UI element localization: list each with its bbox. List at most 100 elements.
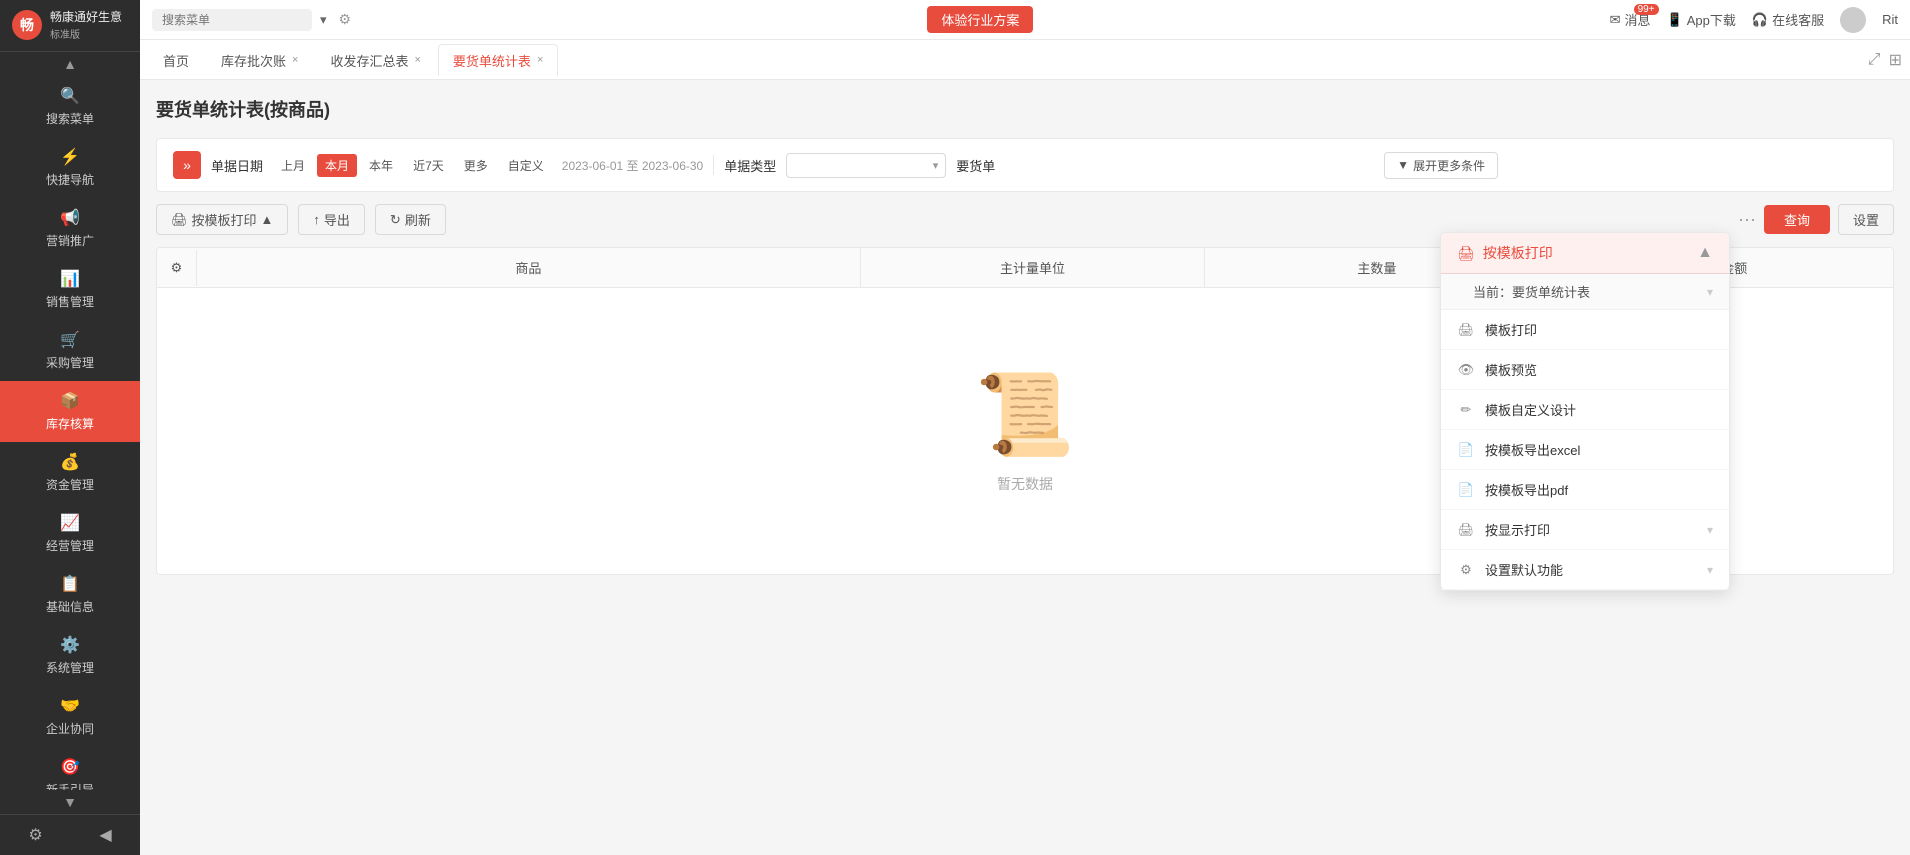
sidebar-item-label: 采购管理 <box>46 354 94 371</box>
custom-date-btn[interactable]: 自定义 <box>500 154 552 177</box>
tab-inventory-batch[interactable]: 库存批次账 × <box>206 44 313 76</box>
template-custom-icon: ✏ <box>1457 401 1475 419</box>
order-type-label: 单据类型 <box>724 156 776 175</box>
more-options-btn[interactable]: ··· <box>1738 209 1756 230</box>
username-display[interactable]: Rit <box>1882 12 1898 27</box>
default-function-item[interactable]: ⚙ 设置默认功能 ▾ <box>1441 550 1729 590</box>
excel-icon: 📄 <box>1457 441 1475 459</box>
print-dropdown-title: 🖨 按模板打印 <box>1457 243 1553 263</box>
user-avatar[interactable] <box>1840 7 1866 33</box>
sidebar-nav: 🔍 搜索菜单 ⚡ 快捷导航 📢 营销推广 📊 销售管理 🛒 采购管理 📦 库存核… <box>0 76 140 790</box>
template-custom-item[interactable]: ✏ 模板自定义设计 <box>1441 390 1729 430</box>
tabs-window-controls: ⤢ ⊞ <box>1868 50 1902 70</box>
order-type-select-wrapper <box>786 153 946 178</box>
action-bar: 🖨 按模板打印 ▲ ↑ 导出 ↻ 刷新 ··· 查询 设置 <box>156 204 1894 235</box>
sidebar-item-sales[interactable]: 📊 销售管理 <box>0 259 140 320</box>
mobile-icon: 📱 <box>1667 12 1683 28</box>
current-month-btn[interactable]: 本月 <box>317 154 357 177</box>
printer-icon: 🖨 <box>171 212 188 228</box>
search-input[interactable] <box>152 9 312 31</box>
settings-btn[interactable]: 设置 <box>1838 204 1894 235</box>
sidebar-item-system[interactable]: ⚙️ 系统管理 <box>0 625 140 686</box>
current-year-btn[interactable]: 本年 <box>361 154 401 177</box>
chevron-right-icon: ▾ <box>1707 285 1713 299</box>
sidebar-item-label: 资金管理 <box>46 476 94 493</box>
tab-close-collection-summary[interactable]: × <box>414 54 420 66</box>
th-settings[interactable]: ⚙ <box>157 250 197 286</box>
sidebar-item-guide[interactable]: 🎯 新手引导 <box>0 747 140 790</box>
current-template-item[interactable]: 当前：要货单统计表 ▾ <box>1441 274 1729 310</box>
th-product: 商品 <box>197 248 861 287</box>
tab-close-inventory-batch[interactable]: × <box>292 54 298 66</box>
sidebar-item-operations[interactable]: 📈 经营管理 <box>0 503 140 564</box>
sidebar: 畅 畅康通好生意 标准版 ▲ 🔍 搜索菜单 ⚡ 快捷导航 📢 营销推广 📊 销售… <box>0 0 140 855</box>
sidebar-scroll-down[interactable]: ▼ <box>0 790 140 814</box>
sidebar-item-enterprise[interactable]: 🤝 企业协同 <box>0 686 140 747</box>
gear-icon[interactable]: ⚙ <box>339 11 352 28</box>
template-preview-item[interactable]: 👁 模板预览 <box>1441 350 1729 390</box>
sidebar-scroll-up[interactable]: ▲ <box>0 52 140 76</box>
print-dropdown-close-btn[interactable]: ▲ <box>1697 244 1713 262</box>
default-function-icon: ⚙ <box>1457 561 1475 579</box>
print-btn[interactable]: 🖨 按模板打印 ▲ <box>156 204 288 235</box>
action-bar-right: ··· 查询 设置 <box>1738 204 1894 235</box>
tab-maximize-btn[interactable]: ⤢ <box>1868 51 1881 69</box>
template-print-item[interactable]: 🖨 模板打印 <box>1441 310 1729 350</box>
system-icon: ⚙️ <box>60 635 80 655</box>
app-badge: 标准版 <box>50 26 122 41</box>
tab-collection-summary[interactable]: 收发存汇总表 × <box>315 44 435 76</box>
expand-more-btn[interactable]: ▼ 展开更多条件 <box>1384 152 1498 179</box>
sidebar-item-inventory[interactable]: 📦 库存核算 <box>0 381 140 442</box>
main-content: ▾ ⚙ 体验行业方案 ✉ 消息 99+ 📱 App下载 🎧 在线客服 Rit <box>140 0 1910 855</box>
sidebar-item-label: 企业协同 <box>46 720 94 737</box>
tab-order-stats[interactable]: 要货单统计表 × <box>438 44 558 76</box>
app-download-btn[interactable]: 📱 App下载 <box>1667 10 1736 29</box>
username-label: Rit <box>1882 12 1898 27</box>
sidebar-item-search[interactable]: 🔍 搜索菜单 <box>0 76 140 137</box>
tab-label: 库存批次账 <box>221 51 286 70</box>
sidebar-item-purchase[interactable]: 🛒 采购管理 <box>0 320 140 381</box>
template-preview-icon: 👁 <box>1457 361 1475 379</box>
messages-btn[interactable]: ✉ 消息 99+ <box>1610 10 1651 29</box>
query-btn[interactable]: 查询 <box>1764 205 1830 234</box>
template-export-excel-item[interactable]: 📄 按模板导出excel <box>1441 430 1729 470</box>
collapse-icon[interactable]: ◀ <box>99 825 111 845</box>
tab-home[interactable]: 首页 <box>148 44 204 76</box>
last-7-days-btn[interactable]: 近7天 <box>405 154 452 177</box>
sidebar-bottom: ⚙ ◀ <box>0 814 140 855</box>
filter-bar: » 单据日期 上月 本月 本年 近7天 更多 自定义 2023-06-01 至 … <box>156 138 1894 192</box>
settings-bottom-icon[interactable]: ⚙ <box>28 825 42 845</box>
operations-icon: 📈 <box>60 513 80 533</box>
tabs-bar: 首页 库存批次账 × 收发存汇总表 × 要货单统计表 × ⤢ ⊞ <box>140 40 1910 80</box>
sidebar-item-label: 销售管理 <box>46 293 94 310</box>
template-export-pdf-item[interactable]: 📄 按模板导出pdf <box>1441 470 1729 510</box>
online-service-btn[interactable]: 🎧 在线客服 <box>1752 10 1824 29</box>
sidebar-item-label: 快捷导航 <box>46 171 94 188</box>
search-icon: 🔍 <box>60 86 80 106</box>
display-print-item[interactable]: 🖨 按显示打印 ▾ <box>1441 510 1729 550</box>
more-dates-btn[interactable]: 更多 <box>456 154 496 177</box>
sidebar-item-basic[interactable]: 📋 基础信息 <box>0 564 140 625</box>
date-range-display: 2023-06-01 至 2023-06-30 <box>562 157 703 174</box>
template-print-icon: 🖨 <box>1457 321 1475 339</box>
prev-month-btn[interactable]: 上月 <box>273 154 313 177</box>
trial-btn[interactable]: 体验行业方案 <box>927 6 1033 33</box>
message-icon: ✉ <box>1610 12 1621 28</box>
default-function-chevron: ▾ <box>1707 563 1713 577</box>
sidebar-item-quick-nav[interactable]: ⚡ 快捷导航 <box>0 137 140 198</box>
basic-icon: 📋 <box>60 574 80 594</box>
purchase-icon: 🛒 <box>60 330 80 350</box>
inventory-icon: 📦 <box>60 391 80 411</box>
pdf-icon: 📄 <box>1457 481 1475 499</box>
export-btn[interactable]: ↑ 导出 <box>298 204 365 235</box>
sidebar-item-marketing[interactable]: 📢 营销推广 <box>0 198 140 259</box>
sidebar-item-finance[interactable]: 💰 资金管理 <box>0 442 140 503</box>
yaohuodan-label: 要货单 <box>956 156 995 175</box>
tab-close-order-stats[interactable]: × <box>537 54 543 66</box>
tab-grid-btn[interactable]: ⊞ <box>1889 50 1902 70</box>
filter-expand-btn[interactable]: » <box>173 151 201 179</box>
order-type-select[interactable] <box>786 153 946 178</box>
topbar-right: ✉ 消息 99+ 📱 App下载 🎧 在线客服 Rit <box>1610 7 1898 33</box>
search-dropdown-btn[interactable]: ▾ <box>320 12 327 28</box>
refresh-btn[interactable]: ↻ 刷新 <box>375 204 446 235</box>
